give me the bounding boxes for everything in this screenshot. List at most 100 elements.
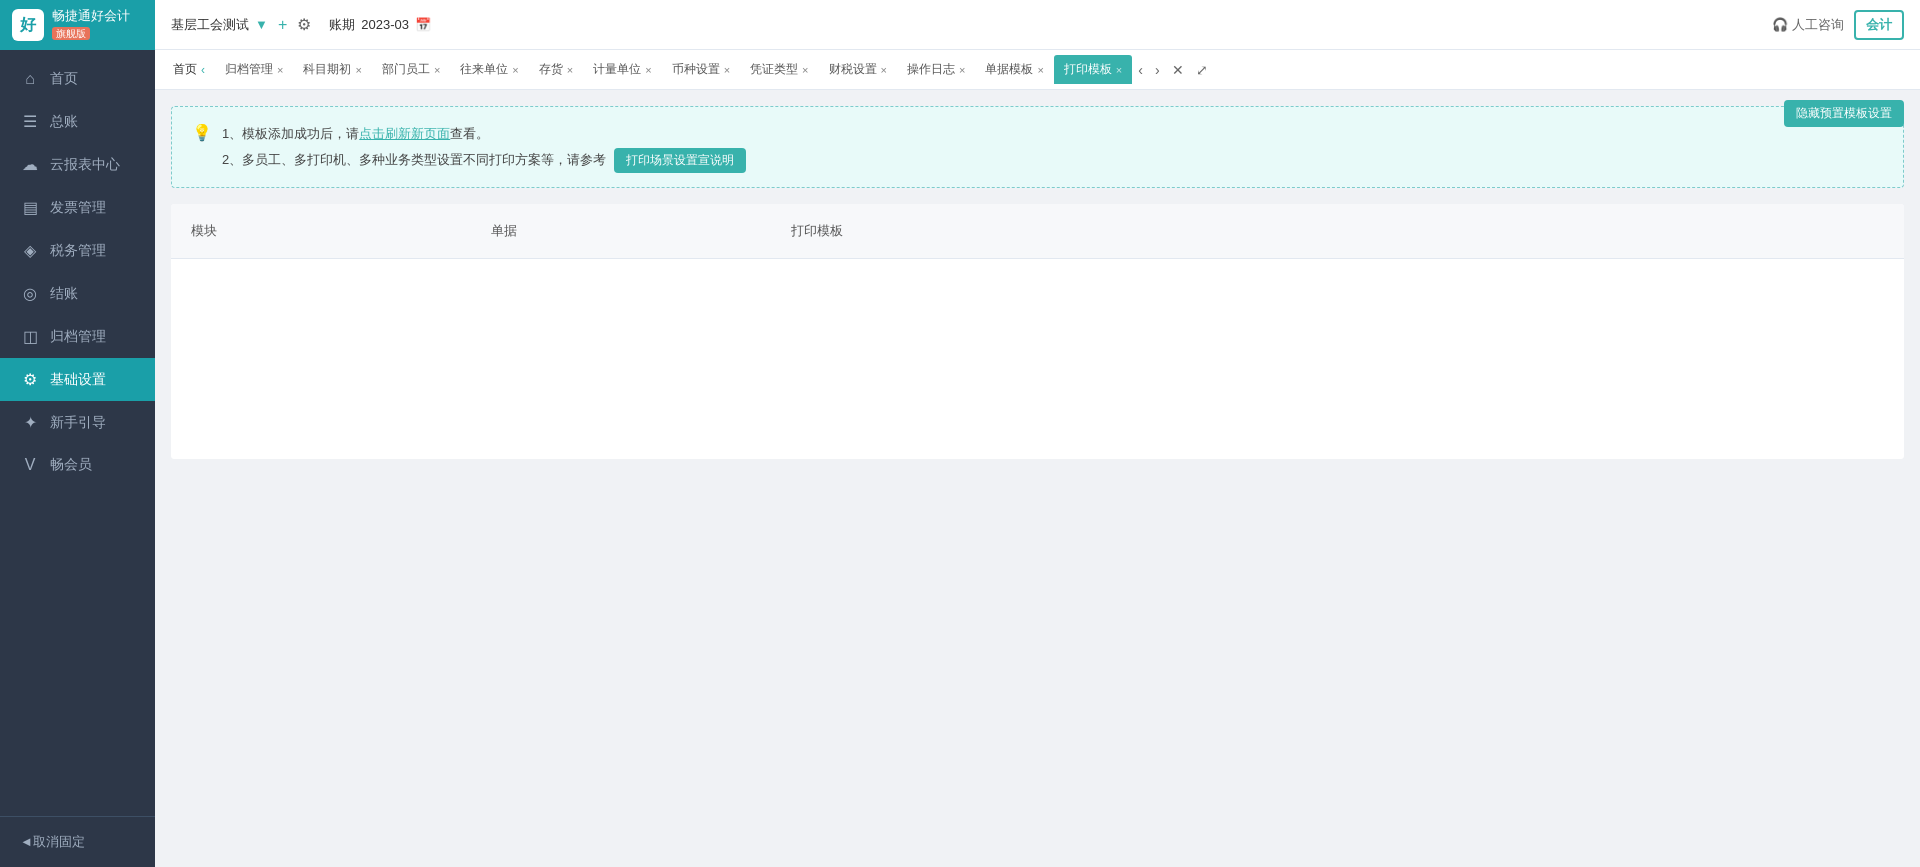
sidebar-item-tax[interactable]: ◈ 税务管理 [0,229,155,272]
sidebar-item-archive-label: 归档管理 [50,328,106,346]
sidebar-item-member[interactable]: V 畅会员 [0,444,155,486]
hide-preview-btn[interactable]: 隐藏预置模板设置 [1784,100,1904,127]
sidebar-item-ledger[interactable]: ☰ 总账 [0,100,155,143]
account-btn[interactable]: 会计 [1854,10,1904,40]
bulb-icon: 💡 [192,123,212,142]
home-icon: ⌂ [20,70,40,88]
col-module: 模块 [171,214,471,248]
tab-operation-log-close-icon[interactable]: × [959,64,965,76]
sidebar-unpin-btn[interactable]: ◄取消固定 [0,816,155,867]
archive-icon: ◫ [20,327,40,346]
tab-currency-label: 币种设置 [672,61,720,78]
tab-currency-close-icon[interactable]: × [724,64,730,76]
tab-vendor[interactable]: 往来单位 × [450,55,528,84]
tab-print-template-close-icon[interactable]: × [1116,64,1122,76]
tabbar: 首页 ‹ 归档管理 × 科目期初 × 部门员工 × 往来单位 × 存货 × 计量… [155,50,1920,90]
period-value: 2023-03 [361,17,409,32]
support-btn[interactable]: 🎧 人工咨询 [1772,16,1844,34]
tab-unit-close-icon[interactable]: × [645,64,651,76]
content-area: 隐藏预置模板设置 💡 1、模板添加成功后，请点击刷新新页面查看。 2、多员工、多… [155,90,1920,867]
calendar-icon[interactable]: 📅 [415,17,431,32]
tab-subjects-label: 科目期初 [303,61,351,78]
support-label: 人工咨询 [1792,16,1844,34]
tab-department-close-icon[interactable]: × [434,64,440,76]
topbar: 基层工会测试 ▼ + ⚙ 账期 2023-03 📅 🎧 人工咨询 会计 [155,0,1920,50]
tab-voucher-type-label: 凭证类型 [750,61,798,78]
invoice-icon: ▤ [20,198,40,217]
tab-vendor-close-icon[interactable]: × [512,64,518,76]
tab-inventory-label: 存货 [539,61,563,78]
print-scene-btn[interactable]: 打印场景设置宣说明 [614,148,746,173]
tab-subjects[interactable]: 科目期初 × [293,55,371,84]
notice-line2-text: 2、多员工、多打印机、多种业务类型设置不同打印方案等，请参考 [222,152,606,167]
tab-voucher-type[interactable]: 凭证类型 × [740,55,818,84]
tax-icon: ◈ [20,241,40,260]
table-body [171,259,1904,459]
col-print-template: 打印模板 [771,214,1904,248]
tab-unit-label: 计量单位 [593,61,641,78]
sidebar-footer-label: ◄取消固定 [20,833,85,851]
tab-unit[interactable]: 计量单位 × [583,55,661,84]
sidebar-item-close[interactable]: ◎ 结账 [0,272,155,315]
sidebar-item-home-label: 首页 [50,70,78,88]
tab-archive-close-icon[interactable]: × [277,64,283,76]
tab-operation-log[interactable]: 操作日志 × [897,55,975,84]
tab-inventory[interactable]: 存货 × [529,55,583,84]
tab-tax-settings-label: 财税设置 [829,61,877,78]
logo-badge: 旗舰版 [52,27,90,40]
sidebar-item-ledger-label: 总账 [50,113,78,131]
settings-icon: ⚙ [20,370,40,389]
sidebar-item-guide[interactable]: ✦ 新手引导 [0,401,155,444]
period-label: 账期 [329,16,355,34]
notice-line1-before: 1、模板添加成功后，请 [222,126,359,141]
tab-single-template[interactable]: 单据模板 × [975,55,1053,84]
notice-line1-after: 查看。 [450,126,489,141]
close-period-icon: ◎ [20,284,40,303]
sidebar: 好 畅捷通好会计 旗舰版 ⌂ 首页 ☰ 总账 ☁ 云报表中心 ▤ 发票管理 ◈ … [0,0,155,867]
tab-single-template-close-icon[interactable]: × [1037,64,1043,76]
sidebar-item-close-label: 结账 [50,285,78,303]
add-project-btn[interactable]: + [278,16,287,34]
ledger-icon: ☰ [20,112,40,131]
tab-tax-settings[interactable]: 财税设置 × [819,55,897,84]
notice-row: 💡 1、模板添加成功后，请点击刷新新页面查看。 2、多员工、多打印机、多种业务类… [192,121,1883,173]
sidebar-item-archive[interactable]: ◫ 归档管理 [0,315,155,358]
sidebar-logo: 好 畅捷通好会计 旗舰版 [0,0,155,50]
tab-scroll-right-btn[interactable]: › [1149,58,1166,82]
topbar-project: 基层工会测试 ▼ [171,16,268,34]
sidebar-item-reports[interactable]: ☁ 云报表中心 [0,143,155,186]
notice-line1: 1、模板添加成功后，请点击刷新新页面查看。 [222,121,746,147]
tab-subjects-close-icon[interactable]: × [355,64,361,76]
chevron-left-icon[interactable]: ‹ [201,63,205,77]
tab-voucher-type-close-icon[interactable]: × [802,64,808,76]
tab-close-all-btn[interactable]: ✕ [1166,58,1190,82]
sidebar-item-tax-label: 税务管理 [50,242,106,260]
headset-icon: 🎧 [1772,17,1788,32]
tab-tax-settings-close-icon[interactable]: × [881,64,887,76]
logo-text: 畅捷通好会计 旗舰版 [52,8,130,42]
sidebar-item-home[interactable]: ⌂ 首页 [0,58,155,100]
guide-icon: ✦ [20,413,40,432]
tab-currency[interactable]: 币种设置 × [662,55,740,84]
tab-operation-log-label: 操作日志 [907,61,955,78]
sidebar-item-invoice[interactable]: ▤ 发票管理 [0,186,155,229]
tab-archive[interactable]: 归档管理 × [215,55,293,84]
tab-department[interactable]: 部门员工 × [372,55,450,84]
tab-inventory-close-icon[interactable]: × [567,64,573,76]
project-chevron-icon[interactable]: ▼ [255,17,268,32]
topbar-settings-btn[interactable]: ⚙ [297,15,311,34]
notice-line2: 2、多员工、多打印机、多种业务类型设置不同打印方案等，请参考 打印场景设置宣说明 [222,147,746,173]
tab-home[interactable]: 首页 ‹ [163,55,215,84]
main-area: 基层工会测试 ▼ + ⚙ 账期 2023-03 📅 🎧 人工咨询 会计 首页 ‹… [155,0,1920,867]
tab-scroll-left-btn[interactable]: ‹ [1132,58,1149,82]
tab-print-template[interactable]: 打印模板 × [1054,55,1132,84]
notice-refresh-link[interactable]: 点击刷新新页面 [359,126,450,141]
topbar-period: 账期 2023-03 📅 [329,16,431,34]
sidebar-item-settings[interactable]: ⚙ 基础设置 [0,358,155,401]
tab-department-label: 部门员工 [382,61,430,78]
sidebar-item-invoice-label: 发票管理 [50,199,106,217]
tab-archive-label: 归档管理 [225,61,273,78]
tab-expand-btn[interactable]: ⤢ [1190,58,1214,82]
member-icon: V [20,456,40,474]
table-header: 模块 单据 打印模板 [171,204,1904,259]
